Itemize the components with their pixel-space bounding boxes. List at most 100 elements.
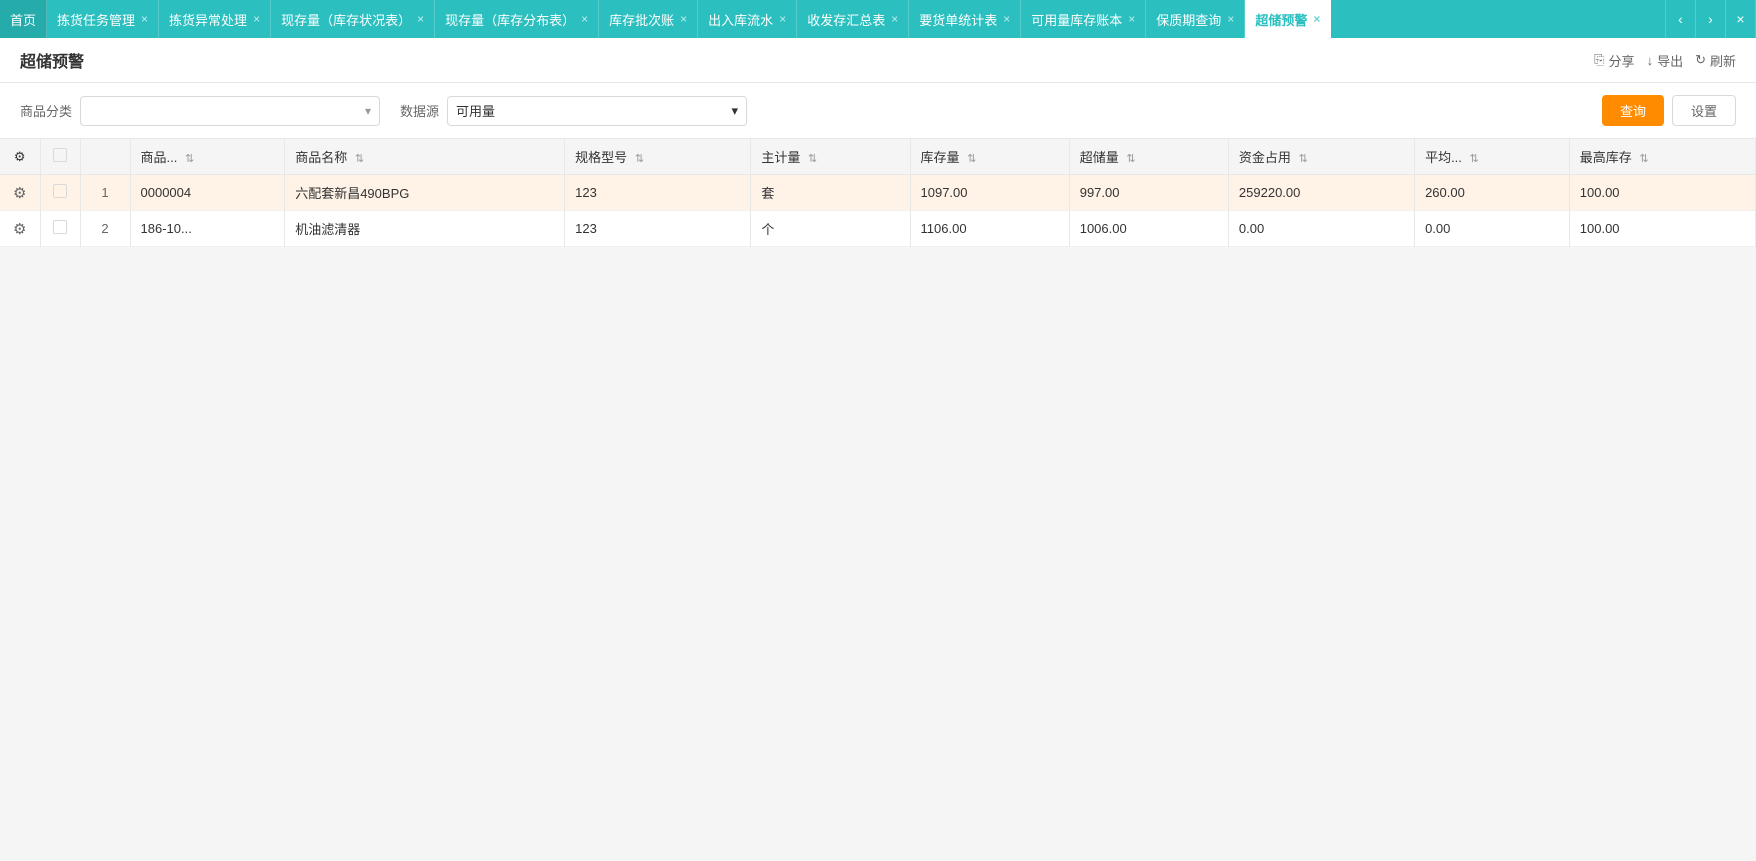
export-icon: ↓ <box>1647 53 1654 68</box>
nav-pick-exception-close[interactable]: × <box>253 12 260 26</box>
content-area <box>0 247 1756 861</box>
table-header-row: ⚙ 商品... ⇅ 商品名称 ⇅ 规格型号 ⇅ <box>0 139 1756 175</box>
nav-inventory-dist-close[interactable]: × <box>581 12 588 26</box>
nav-close-button[interactable]: × <box>1726 0 1756 38</box>
refresh-icon: ↻ <box>1695 52 1706 68</box>
col-code[interactable]: 商品... ⇅ <box>130 139 285 175</box>
table-row[interactable]: ⚙ 2 186-10... 机油滤清器 123 个 1106.00 1006.0… <box>0 211 1756 247</box>
row-unit: 套 <box>751 175 910 211</box>
nav-home-label: 首页 <box>10 10 36 29</box>
col-spec-sort-icon: ⇅ <box>635 152 644 165</box>
export-label: 导出 <box>1657 51 1683 70</box>
col-stock-label: 库存量 <box>921 150 960 165</box>
share-button[interactable]: ⎘ 分享 <box>1594 51 1634 70</box>
col-name-label: 商品名称 <box>295 150 347 165</box>
nav-summary[interactable]: 收发存汇总表 × <box>797 0 909 38</box>
nav-summary-close[interactable]: × <box>891 12 898 26</box>
row-checkbox-cell[interactable] <box>40 211 80 247</box>
col-overstock[interactable]: 超储量 ⇅ <box>1069 139 1228 175</box>
row-checkbox[interactable] <box>53 184 67 198</box>
category-select[interactable]: ▾ <box>80 96 380 126</box>
nav-inventory-status[interactable]: 现存量（库存状况表） × <box>271 0 435 38</box>
row-avg: 260.00 <box>1415 175 1570 211</box>
col-stock[interactable]: 库存量 ⇅ <box>910 139 1069 175</box>
nav-overstock[interactable]: 超储预警 × <box>1245 0 1331 38</box>
filter-actions: 查询 设置 <box>1602 95 1736 126</box>
nav-pick-task-close[interactable]: × <box>141 12 148 26</box>
col-name[interactable]: 商品名称 ⇅ <box>285 139 565 175</box>
row-name: 机油滤清器 <box>285 211 565 247</box>
row-avg: 0.00 <box>1415 211 1570 247</box>
export-button[interactable]: ↓ 导出 <box>1647 51 1684 70</box>
nav-inout-flow[interactable]: 出入库流水 × <box>698 0 797 38</box>
nav-arrows: ‹ › × <box>1665 0 1756 38</box>
col-code-sort-icon: ⇅ <box>185 152 194 165</box>
col-unit-sort-icon: ⇅ <box>808 152 817 165</box>
row-gear-icon[interactable]: ⚙ <box>0 211 40 247</box>
row-checkbox-cell[interactable] <box>40 175 80 211</box>
filter-row: 商品分类 ▾ 数据源 可用量 ▾ 查询 设置 <box>0 83 1756 139</box>
col-unit-label: 主计量 <box>761 150 800 165</box>
nav-inventory-dist[interactable]: 现存量（库存分布表） × <box>435 0 599 38</box>
nav-inventory-status-close[interactable]: × <box>417 12 424 26</box>
refresh-button[interactable]: ↻ 刷新 <box>1695 51 1736 70</box>
nav-summary-label: 收发存汇总表 <box>807 10 885 29</box>
top-navigation: 首页 拣货任务管理 × 拣货异常处理 × 现存量（库存状况表） × 现存量（库存… <box>0 0 1756 38</box>
row-unit: 个 <box>751 211 910 247</box>
nav-inout-flow-close[interactable]: × <box>779 12 786 26</box>
row-checkbox[interactable] <box>53 220 67 234</box>
col-maxstock[interactable]: 最高库存 ⇅ <box>1569 139 1755 175</box>
nav-next-button[interactable]: › <box>1696 0 1726 38</box>
nav-overstock-label: 超储预警 <box>1255 10 1307 29</box>
col-capital[interactable]: 资金占用 ⇅ <box>1228 139 1414 175</box>
nav-available-account-label: 可用量库存账本 <box>1031 10 1122 29</box>
col-num <box>80 139 130 175</box>
col-avg[interactable]: 平均... ⇅ <box>1415 139 1570 175</box>
nav-pick-exception-label: 拣货异常处理 <box>169 10 247 29</box>
nav-expiry-close[interactable]: × <box>1227 12 1234 26</box>
nav-pick-exception[interactable]: 拣货异常处理 × <box>159 0 271 38</box>
nav-order-stats-label: 要货单统计表 <box>919 10 997 29</box>
row-code: 0000004 <box>130 175 285 211</box>
row-stock: 1097.00 <box>910 175 1069 211</box>
col-code-label: 商品... <box>141 150 178 165</box>
row-num: 2 <box>80 211 130 247</box>
table-row[interactable]: ⚙ 1 0000004 六配套新昌490BPG 123 套 1097.00 99… <box>0 175 1756 211</box>
col-spec[interactable]: 规格型号 ⇅ <box>565 139 751 175</box>
col-overstock-sort-icon: ⇅ <box>1126 152 1135 165</box>
select-all-checkbox[interactable] <box>53 148 67 162</box>
row-maxstock: 100.00 <box>1569 175 1755 211</box>
datasource-filter: 数据源 可用量 ▾ <box>400 96 747 126</box>
col-unit[interactable]: 主计量 ⇅ <box>751 139 910 175</box>
row-overstock: 997.00 <box>1069 175 1228 211</box>
nav-batch-account[interactable]: 库存批次账 × <box>599 0 698 38</box>
row-code: 186-10... <box>130 211 285 247</box>
nav-order-stats-close[interactable]: × <box>1003 12 1010 26</box>
nav-prev-button[interactable]: ‹ <box>1666 0 1696 38</box>
share-icon: ⎘ <box>1594 52 1604 68</box>
nav-pick-task[interactable]: 拣货任务管理 × <box>47 0 159 38</box>
nav-available-account[interactable]: 可用量库存账本 × <box>1021 0 1146 38</box>
nav-inventory-status-label: 现存量（库存状况表） <box>281 10 411 29</box>
col-check-all[interactable] <box>40 139 80 175</box>
row-capital: 0.00 <box>1228 211 1414 247</box>
col-gear[interactable]: ⚙ <box>0 139 40 175</box>
nav-expiry[interactable]: 保质期查询 × <box>1146 0 1245 38</box>
row-gear-icon[interactable]: ⚙ <box>0 175 40 211</box>
nav-available-account-close[interactable]: × <box>1128 12 1135 26</box>
row-overstock: 1006.00 <box>1069 211 1228 247</box>
nav-order-stats[interactable]: 要货单统计表 × <box>909 0 1021 38</box>
nav-overstock-close[interactable]: × <box>1313 12 1320 26</box>
nav-batch-account-close[interactable]: × <box>680 12 687 26</box>
nav-batch-account-label: 库存批次账 <box>609 10 674 29</box>
nav-inout-flow-label: 出入库流水 <box>708 10 773 29</box>
category-filter: 商品分类 ▾ <box>20 96 380 126</box>
datasource-select[interactable]: 可用量 ▾ <box>447 96 747 126</box>
row-maxstock: 100.00 <box>1569 211 1755 247</box>
query-button[interactable]: 查询 <box>1602 95 1664 126</box>
datasource-value: 可用量 <box>456 101 495 120</box>
settings-button[interactable]: 设置 <box>1672 95 1736 126</box>
gear-icon: ⚙ <box>14 149 26 164</box>
row-spec: 123 <box>565 211 751 247</box>
nav-home[interactable]: 首页 <box>0 0 47 38</box>
